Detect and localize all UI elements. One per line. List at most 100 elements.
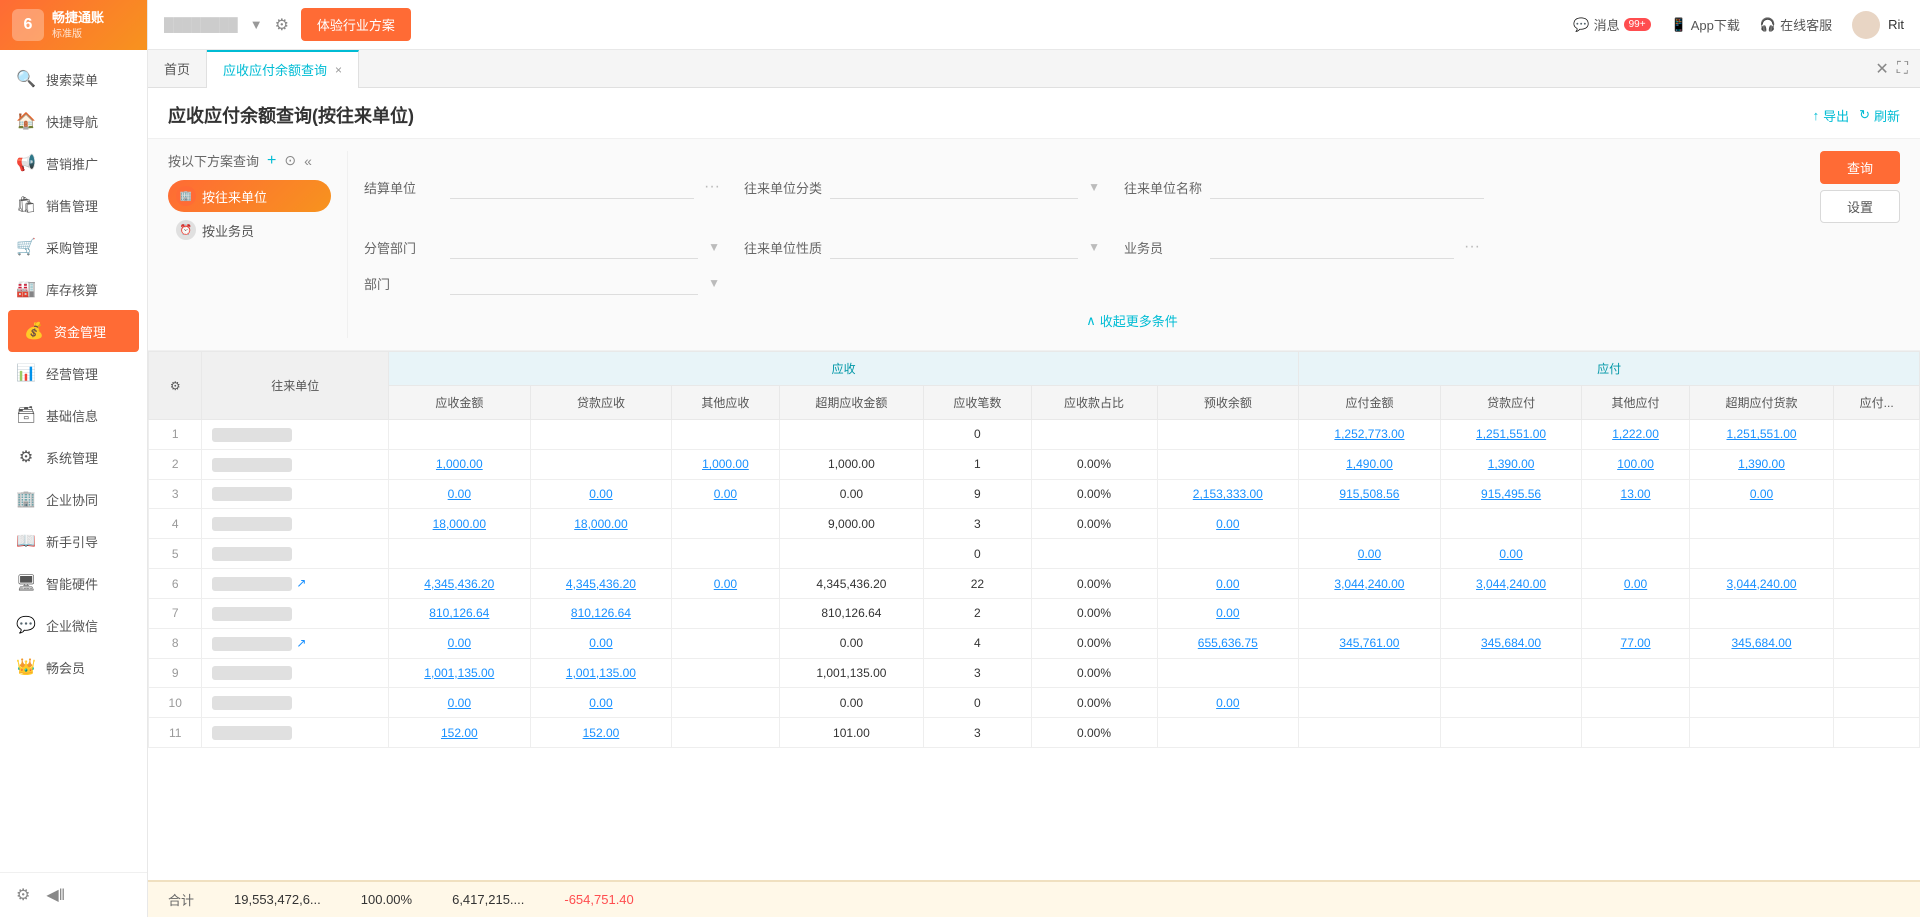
sidebar-item-operations[interactable]: 📊 经营管理 xyxy=(0,352,147,394)
header-settings-icon[interactable]: ⚙ xyxy=(275,15,289,35)
sidebar-item-wechat[interactable]: 💬 企业微信 xyxy=(0,604,147,646)
col-ap-loan[interactable]: 贷款应付 xyxy=(1440,386,1582,420)
tab-close-button[interactable]: × xyxy=(335,63,342,77)
filter-settlement-input[interactable] xyxy=(450,175,694,199)
filter-category-label: 往来单位分类 xyxy=(744,178,824,197)
refresh-button[interactable]: ↻ 刷新 xyxy=(1859,106,1900,125)
partner-cell xyxy=(202,539,389,569)
sidebar-item-sales[interactable]: 🛍 销售管理 xyxy=(0,184,147,226)
settings-button[interactable]: 设置 xyxy=(1820,190,1900,223)
sidebar-item-system[interactable]: ⚙ 系统管理 xyxy=(0,436,147,478)
table-footer: 合计 19,553,472,6... 100.00% 6,417,215....… xyxy=(148,880,1920,917)
table-col-header-row: 应收金额 贷款应收 其他应收 超期应收金额 应收笔数 应收款占比 预收余额 应付… xyxy=(149,386,1920,420)
col-ar-ratio[interactable]: 应收款占比 xyxy=(1031,386,1157,420)
filter-nature-chevron[interactable]: ▼ xyxy=(1084,240,1104,254)
col-ap-amount[interactable]: 应付金额 xyxy=(1299,386,1441,420)
data-table: ⚙ 往来单位 应收 应付 应收金额 贷款应收 其他应收 超期应收金额 应收笔数 … xyxy=(148,351,1920,748)
customer-service-action[interactable]: 🎧 在线客服 xyxy=(1760,15,1832,34)
inventory-icon: 🏭 xyxy=(16,279,36,299)
message-action[interactable]: 💬 消息 99+ xyxy=(1573,15,1650,34)
sidebar-item-enterprise[interactable]: 🏢 企业协同 xyxy=(0,478,147,520)
partner-cell: ↗ xyxy=(202,628,389,658)
page-content: 应收应付余额查询(按往来单位) ↑ 导出 ↻ 刷新 xyxy=(148,88,1920,917)
partner-cell: ↗ xyxy=(202,569,389,599)
col-ar-loan[interactable]: 贷款应收 xyxy=(530,386,672,420)
filter-partner-name-label: 往来单位名称 xyxy=(1124,178,1204,197)
sidebar-item-capital[interactable]: 💰 资金管理 xyxy=(8,310,139,352)
partner-cell xyxy=(202,479,389,509)
col-ar-overdue[interactable]: 超期应收金额 xyxy=(779,386,924,420)
sidebar-item-inventory[interactable]: 🏭 库存核算 xyxy=(0,268,147,310)
operations-icon: 📊 xyxy=(16,363,36,383)
filter-collapse-left-icon[interactable]: « xyxy=(304,153,312,169)
logo-sub: 标准版 xyxy=(52,25,104,40)
col-ap-more[interactable]: 应付... xyxy=(1834,386,1920,420)
filter-target-icon[interactable]: ⊙ xyxy=(284,152,296,169)
filter-settlement-label: 结算单位 xyxy=(364,178,444,197)
tab-query[interactable]: 应收应付余额查询 × xyxy=(207,50,359,88)
tab-close-window-icon[interactable]: ✕ xyxy=(1875,59,1888,79)
partner-cell xyxy=(202,509,389,539)
industry-solution-button[interactable]: 体验行业方案 xyxy=(301,8,411,41)
header-chevron[interactable]: ▼ xyxy=(250,17,263,32)
filter-settlement-dots[interactable]: ··· xyxy=(700,178,724,196)
filter-partner-name-input[interactable] xyxy=(1210,175,1484,199)
collapse-icon[interactable]: ◀‖ xyxy=(46,885,65,905)
filter-nature-label: 往来单位性质 xyxy=(744,238,824,257)
col-ar-other[interactable]: 其他应收 xyxy=(672,386,779,420)
filter-subdept-chevron[interactable]: ▼ xyxy=(704,276,724,290)
filter-fields: 结算单位 ··· 往来单位分类 ▼ 往来单位名称 xyxy=(364,151,1900,338)
partner-cell xyxy=(202,658,389,688)
sidebar-item-guide[interactable]: 📖 新手引导 xyxy=(0,520,147,562)
filter-salesperson-dots[interactable]: ··· xyxy=(1460,238,1484,256)
app-download-action[interactable]: 📱 App下载 xyxy=(1671,15,1740,34)
tab-home[interactable]: 首页 xyxy=(148,50,207,88)
export-button[interactable]: ↑ 导出 xyxy=(1813,106,1850,125)
settings-icon[interactable]: ⚙ xyxy=(16,885,30,905)
filter-category-input[interactable] xyxy=(830,175,1078,199)
table-container: ⚙ 往来单位 应收 应付 应收金额 贷款应收 其他应收 超期应收金额 应收笔数 … xyxy=(148,351,1920,880)
filter-option-partner[interactable]: 🏢 按往来单位 xyxy=(168,180,331,212)
table-row: 11152.00152.00101.0030.00% xyxy=(149,718,1920,748)
marketing-icon: 📢 xyxy=(16,153,36,173)
filter-nature-input[interactable] xyxy=(830,235,1078,259)
table-row: 6↗4,345,436.204,345,436.200.004,345,436.… xyxy=(149,569,1920,599)
sidebar-item-search[interactable]: 🔍 搜索菜单 xyxy=(0,58,147,100)
sales-icon: 🛍 xyxy=(16,195,36,215)
col-ap-group-header: 应付 xyxy=(1299,352,1920,386)
table-row: 30.000.000.000.0090.00%2,153,333.00915,5… xyxy=(149,479,1920,509)
query-button[interactable]: 查询 xyxy=(1820,151,1900,184)
sidebar-item-basics[interactable]: 🗃 基础信息 xyxy=(0,394,147,436)
sidebar-item-hardware[interactable]: 🖥 智能硬件 xyxy=(0,562,147,604)
filter-collapse-button[interactable]: ∧ 收起更多条件 xyxy=(364,303,1900,338)
filter-dept-input[interactable] xyxy=(450,235,698,259)
user-avatar xyxy=(1852,11,1880,39)
sidebar-item-marketing[interactable]: 📢 营销推广 xyxy=(0,142,147,184)
filter-option-salesperson[interactable]: ⏰ 按业务员 xyxy=(168,214,331,246)
table-row: 418,000.0018,000.009,000.0030.00%0.00 xyxy=(149,509,1920,539)
table-row: 91,001,135.001,001,135.001,001,135.0030.… xyxy=(149,658,1920,688)
col-ap-overdue[interactable]: 超期应付货款 xyxy=(1689,386,1834,420)
partner-cell xyxy=(202,688,389,718)
col-ap-other[interactable]: 其他应付 xyxy=(1582,386,1689,420)
member-icon: 👑 xyxy=(16,657,36,677)
sidebar-item-purchase[interactable]: 🛒 采购管理 xyxy=(0,226,147,268)
filter-subdept-input[interactable] xyxy=(450,271,698,295)
col-ar-count[interactable]: 应收笔数 xyxy=(924,386,1031,420)
message-label: 消息 xyxy=(1594,15,1620,34)
tab-maximize-icon[interactable]: ⛶ xyxy=(1897,60,1908,78)
col-ar-amount[interactable]: 应收金额 xyxy=(389,386,531,420)
filter-category-chevron[interactable]: ▼ xyxy=(1084,180,1104,194)
user-area[interactable]: Rit xyxy=(1852,11,1904,39)
app-label: App下载 xyxy=(1691,15,1740,34)
filter-salesperson-input[interactable] xyxy=(1210,235,1454,259)
basics-icon: 🗃 xyxy=(16,405,36,425)
col-ar-prepaid[interactable]: 预收余额 xyxy=(1157,386,1299,420)
sidebar-item-member[interactable]: 👑 畅会员 xyxy=(0,646,147,688)
filter-dept-chevron[interactable]: ▼ xyxy=(704,240,724,254)
sidebar-item-quicknav[interactable]: 🏠 快捷导航 xyxy=(0,100,147,142)
sidebar: 6 畅捷通账 标准版 🔍 搜索菜单 🏠 快捷导航 📢 营销推广 🛍 销售管理 🛒… xyxy=(0,0,148,917)
table-row: 7810,126.64810,126.64810,126.6420.00%0.0… xyxy=(149,598,1920,628)
col-settings-header[interactable]: ⚙ xyxy=(149,352,202,420)
filter-add-button[interactable]: + xyxy=(267,152,276,170)
